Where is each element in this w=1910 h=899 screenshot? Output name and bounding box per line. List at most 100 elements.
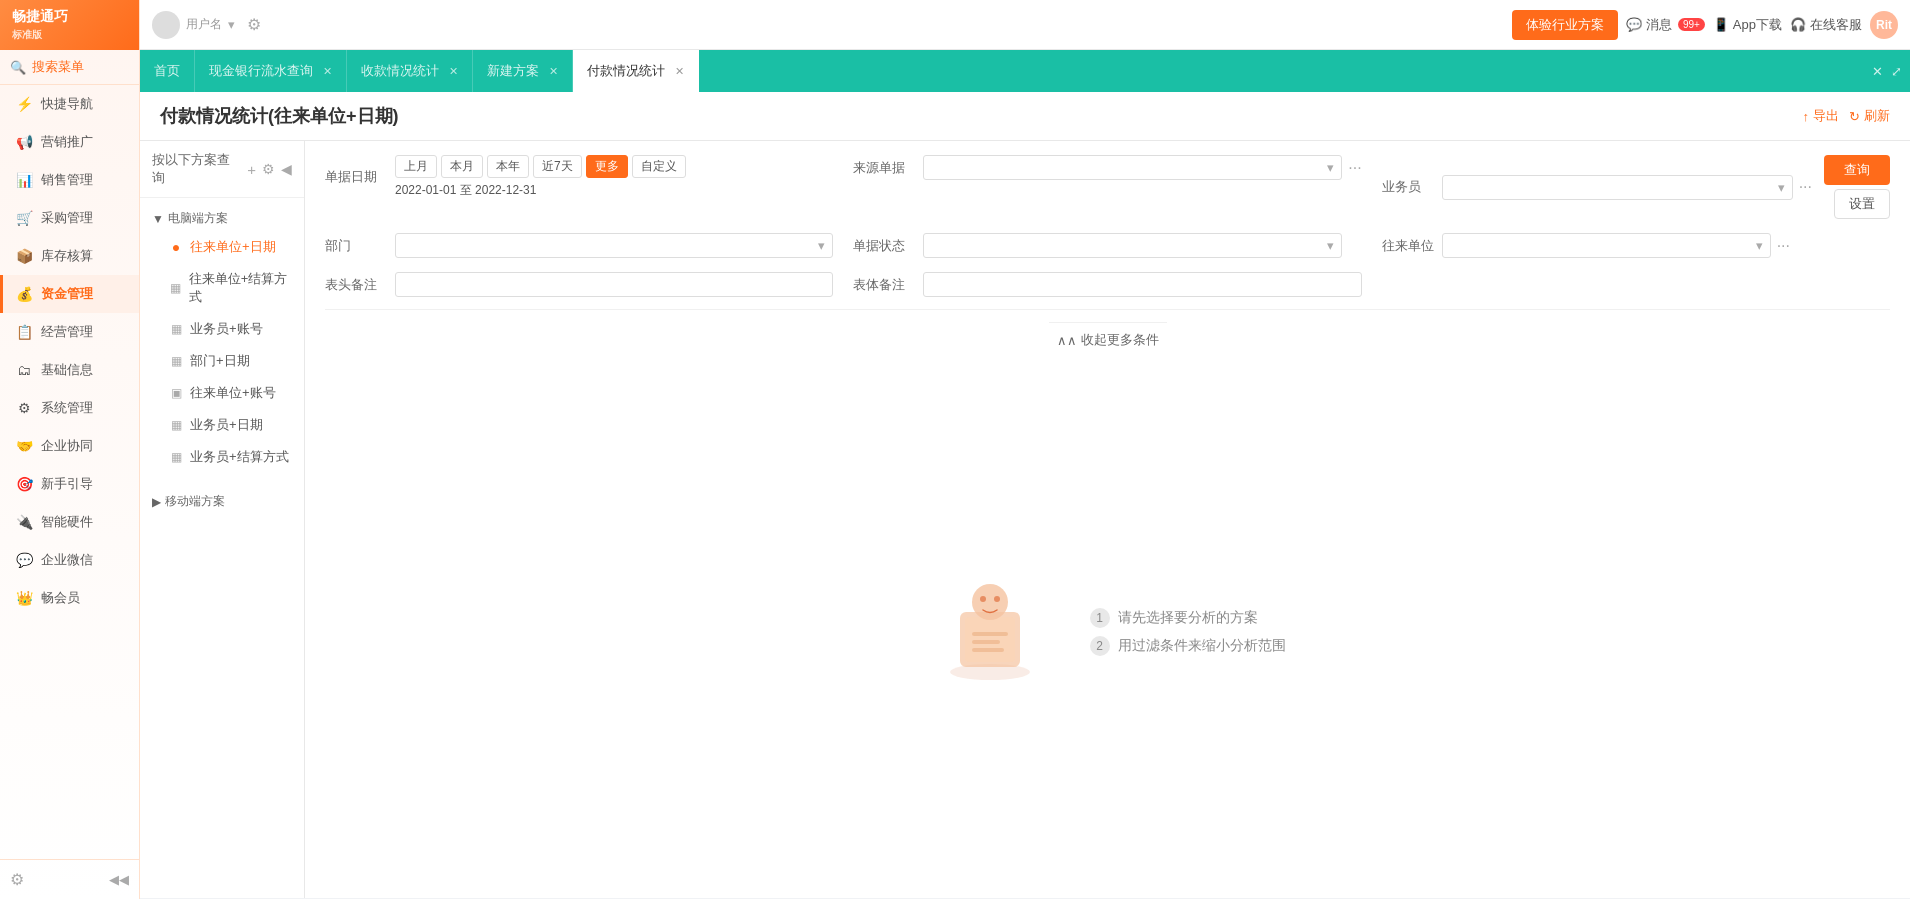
sidebar-collapse-icon[interactable]: ◀◀ — [109, 872, 129, 887]
header-remark-input[interactable] — [395, 272, 833, 297]
user-avatar[interactable]: Rit — [1870, 11, 1898, 39]
scheme-item-icon-staff-date: ▦ — [168, 417, 184, 433]
sidebar-item-inventory[interactable]: 📦 库存核算 — [0, 237, 139, 275]
scheme-item-staff-account[interactable]: ▦ 业务员+账号 — [140, 313, 304, 345]
hardware-icon: 🔌 — [15, 514, 33, 530]
tab-receipt-stats[interactable]: 收款情况统计 ✕ — [347, 50, 473, 92]
sidebar-item-label: 畅会员 — [41, 589, 80, 607]
sidebar-item-wechat[interactable]: 💬 企业微信 — [0, 541, 139, 579]
tab-receipt-stats-close[interactable]: ✕ — [449, 65, 458, 78]
sidebar-item-capital[interactable]: 💰 资金管理 — [0, 275, 139, 313]
sidebar-nav: ⚡ 快捷导航 📢 营销推广 📊 销售管理 🛒 采购管理 📦 库存核算 💰 资金管… — [0, 85, 139, 859]
collapse-label: 收起更多条件 — [1081, 331, 1159, 349]
date-opt-7days[interactable]: 近7天 — [533, 155, 582, 178]
section-title-text: 电脑端方案 — [168, 210, 228, 227]
sidebar-settings-icon[interactable]: ⚙ — [10, 870, 24, 889]
svg-rect-6 — [972, 632, 1008, 636]
partner-select[interactable] — [1442, 233, 1771, 258]
inventory-icon: 📦 — [15, 248, 33, 264]
staff-dots[interactable]: ··· — [1799, 178, 1812, 196]
tab-bank-flow[interactable]: 现金银行流水查询 ✕ — [195, 50, 347, 92]
sidebar-item-sales[interactable]: 📊 销售管理 — [0, 161, 139, 199]
sidebar-item-label: 营销推广 — [41, 133, 93, 151]
partner-dots[interactable]: ··· — [1777, 237, 1790, 255]
tab-bank-flow-label: 现金银行流水查询 — [209, 62, 313, 80]
sidebar-item-label: 销售管理 — [41, 171, 93, 189]
scheme-add-btn[interactable]: + — [247, 161, 256, 178]
empty-illustration — [930, 572, 1050, 692]
svg-rect-2 — [965, 617, 1015, 662]
status-filter-label: 单据状态 — [853, 237, 923, 255]
date-opt-custom[interactable]: 自定义 — [632, 155, 686, 178]
hint-num-1: 1 — [1090, 608, 1110, 628]
date-opt-more[interactable]: 更多 — [586, 155, 628, 178]
sidebar-item-cooperation[interactable]: 🤝 企业协同 — [0, 427, 139, 465]
tab-receipt-stats-label: 收款情况统计 — [361, 62, 439, 80]
member-icon: 👑 — [15, 590, 33, 606]
sidebar-item-basic[interactable]: 🗂 基础信息 — [0, 351, 139, 389]
scheme-item-label: 业务员+日期 — [190, 416, 263, 434]
dept-filter-label: 部门 — [325, 237, 395, 255]
sidebar-item-purchase[interactable]: 🛒 采购管理 — [0, 199, 139, 237]
source-dots[interactable]: ··· — [1348, 159, 1361, 177]
customer-service-btn[interactable]: 🎧 在线客服 — [1790, 16, 1862, 34]
status-select[interactable] — [923, 233, 1342, 258]
scheme-item-icon-staff-settle: ▦ — [168, 449, 184, 465]
avatar-text: Rit — [1876, 18, 1892, 32]
scheme-item-partner-date[interactable]: ● 往来单位+日期 — [140, 231, 304, 263]
purchase-icon: 🛒 — [15, 210, 33, 226]
messages-btn[interactable]: 💬 消息 99+ — [1626, 16, 1705, 34]
date-opt-last-month[interactable]: 上月 — [395, 155, 437, 178]
dropdown-icon[interactable]: ▾ — [228, 17, 235, 32]
tab-new-scheme[interactable]: 新建方案 ✕ — [473, 50, 573, 92]
tab-expand-icon[interactable]: ⤢ — [1891, 64, 1902, 79]
export-label: 导出 — [1813, 107, 1839, 125]
scheme-section-desktop-title[interactable]: ▼ 电脑端方案 — [140, 206, 304, 231]
sidebar-item-member[interactable]: 👑 畅会员 — [0, 579, 139, 617]
scheme-section-mobile: ▶ 移动端方案 — [140, 481, 304, 522]
scheme-settings-btn[interactable]: ⚙ — [262, 161, 275, 178]
sidebar-item-system[interactable]: ⚙ 系统管理 — [0, 389, 139, 427]
app-download-btn[interactable]: 📱 App下载 — [1713, 16, 1782, 34]
sidebar-item-operation[interactable]: 📋 经营管理 — [0, 313, 139, 351]
tab-payment-stats[interactable]: 付款情况统计 ✕ — [573, 50, 699, 92]
sidebar-item-quick-nav[interactable]: ⚡ 快捷导航 — [0, 85, 139, 123]
status-select-wrap — [923, 233, 1342, 258]
empty-state: 1 请先选择要分析的方案 2 用过滤条件来缩小分析范围 — [305, 365, 1910, 898]
tab-payment-stats-close[interactable]: ✕ — [675, 65, 684, 78]
export-btn[interactable]: ↑ 导出 — [1803, 107, 1840, 125]
scheme-item-dept-date[interactable]: ▦ 部门+日期 — [140, 345, 304, 377]
sidebar-item-hardware[interactable]: 🔌 智能硬件 — [0, 503, 139, 541]
scheme-collapse-btn[interactable]: ◀ — [281, 161, 292, 178]
body-remark-label: 表体备注 — [853, 276, 923, 294]
date-opt-this-year[interactable]: 本年 — [487, 155, 529, 178]
source-select[interactable] — [923, 155, 1342, 180]
refresh-btn[interactable]: ↻ 刷新 — [1849, 107, 1890, 125]
staff-select[interactable] — [1442, 175, 1793, 200]
search-icon: 🔍 — [10, 60, 26, 75]
trial-button[interactable]: 体验行业方案 — [1512, 10, 1618, 40]
scheme-item-staff-settle[interactable]: ▦ 业务员+结算方式 — [140, 441, 304, 473]
sidebar-search[interactable]: 🔍 搜索菜单 — [0, 50, 139, 85]
scheme-item-partner-settle[interactable]: ▦ 往来单位+结算方式 — [140, 263, 304, 313]
query-button[interactable]: 查询 — [1824, 155, 1890, 185]
scheme-item-partner-account[interactable]: ▣ 往来单位+账号 — [140, 377, 304, 409]
scheme-item-staff-date[interactable]: ▦ 业务员+日期 — [140, 409, 304, 441]
sidebar-item-marketing[interactable]: 📢 营销推广 — [0, 123, 139, 161]
settings-gear-icon[interactable]: ⚙ — [247, 15, 261, 34]
date-opt-this-month[interactable]: 本月 — [441, 155, 483, 178]
tab-home[interactable]: 首页 — [140, 50, 195, 92]
tab-new-scheme-close[interactable]: ✕ — [549, 65, 558, 78]
settings-button[interactable]: 设置 — [1834, 189, 1890, 219]
app-download-label: App下载 — [1733, 16, 1782, 34]
body-remark-input[interactable] — [923, 272, 1361, 297]
scheme-section-mobile-title[interactable]: ▶ 移动端方案 — [140, 489, 304, 514]
sidebar-item-guide[interactable]: 🎯 新手引导 — [0, 465, 139, 503]
dept-select[interactable] — [395, 233, 833, 258]
guide-icon: 🎯 — [15, 476, 33, 492]
sidebar-footer: ⚙ ◀◀ — [0, 859, 139, 899]
sidebar-item-label: 基础信息 — [41, 361, 93, 379]
tab-close-all-icon[interactable]: ✕ — [1872, 64, 1883, 79]
collapse-more-btn[interactable]: ∧∧ 收起更多条件 — [1049, 322, 1167, 357]
tab-bank-flow-close[interactable]: ✕ — [323, 65, 332, 78]
